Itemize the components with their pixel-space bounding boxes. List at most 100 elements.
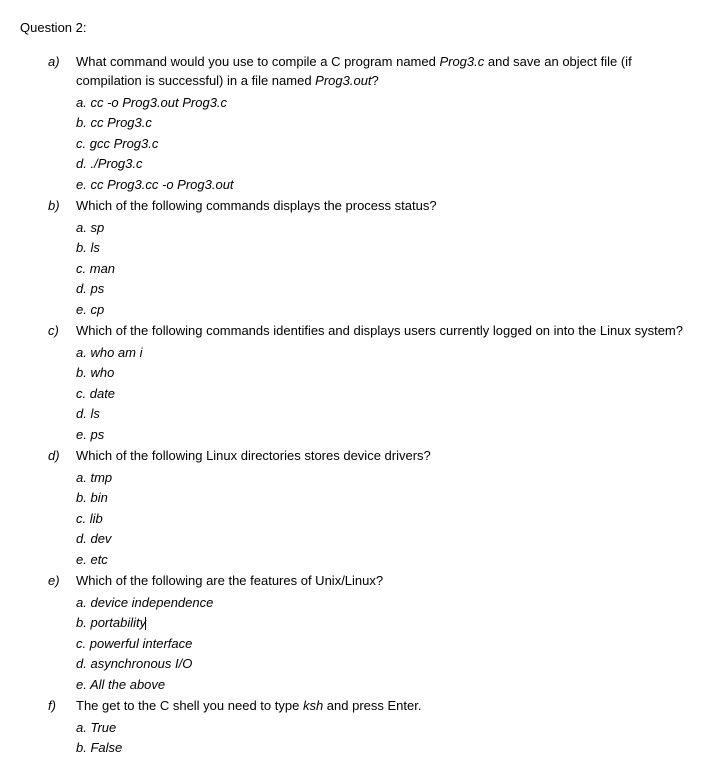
option-item: d. ls	[76, 404, 700, 424]
question-text-part: Prog3.out	[315, 73, 371, 88]
option-text: ps	[90, 281, 104, 296]
question-text: What command would you use to compile a …	[76, 52, 700, 91]
question-item: a)What command would you use to compile …	[76, 52, 700, 195]
option-item: e. etc	[76, 550, 700, 570]
option-item: b. who	[76, 363, 700, 383]
questions-list: a) What command would you use to compile …	[20, 52, 700, 758]
option-item: c. lib	[76, 509, 700, 529]
question-marker: d)	[48, 446, 60, 466]
option-text: cc Prog3.cc -o Prog3.out	[90, 177, 233, 192]
option-marker: d.	[76, 656, 90, 671]
option-marker: b.	[76, 115, 90, 130]
option-marker: c.	[76, 136, 90, 151]
option-text: ls	[90, 240, 99, 255]
option-text: powerful interface	[90, 636, 193, 651]
question-marker: a)	[48, 52, 60, 72]
option-text: who	[90, 365, 114, 380]
option-text: cp	[90, 302, 104, 317]
question-text: Which of the following commands identifi…	[76, 321, 700, 341]
option-marker: a.	[76, 720, 90, 735]
option-text: ./Prog3.c	[90, 156, 142, 171]
option-marker: d.	[76, 406, 90, 421]
option-marker: b.	[76, 240, 90, 255]
text-cursor	[145, 617, 146, 630]
question-text-part: ?	[372, 73, 379, 88]
option-item: b. cc Prog3.c	[76, 113, 700, 133]
option-marker: e.	[76, 552, 90, 567]
option-item: e. All the above	[76, 675, 700, 695]
question-text: Which of the following Linux directories…	[76, 446, 700, 466]
option-item: c. man	[76, 259, 700, 279]
option-marker: a.	[76, 95, 90, 110]
question-text-part: and press Enter.	[323, 698, 421, 713]
option-text: ls	[90, 406, 99, 421]
option-marker: b.	[76, 615, 90, 630]
options-list: a. who am ib. whoc. dated. lse. ps	[76, 343, 700, 445]
options-list: a. cc -o Prog3.out Prog3.cb. cc Prog3.cc…	[76, 93, 700, 195]
options-list: a. device independenceb. portabilityc. p…	[76, 593, 700, 695]
question-item: c)Which of the following commands identi…	[76, 321, 700, 444]
option-text: date	[90, 386, 115, 401]
option-item: e. ps	[76, 425, 700, 445]
option-item: d. asynchronous I/O	[76, 654, 700, 674]
option-text: bin	[90, 490, 107, 505]
question-item: b)Which of the following commands displa…	[76, 196, 700, 319]
option-marker: a.	[76, 220, 90, 235]
question-text-part: Which of the following commands displays…	[76, 198, 437, 213]
option-text: who am i	[90, 345, 142, 360]
question-marker: f)	[48, 696, 56, 716]
question-text-part: What command would you use to compile a …	[76, 54, 439, 69]
option-marker: c.	[76, 386, 90, 401]
question-text-part: Which of the following Linux directories…	[76, 448, 431, 463]
option-text: cc -o Prog3.out Prog3.c	[90, 95, 227, 110]
option-text: asynchronous I/O	[90, 656, 192, 671]
option-marker: e.	[76, 177, 90, 192]
option-item: c. date	[76, 384, 700, 404]
option-text: device independence	[90, 595, 213, 610]
option-item: b. portability	[76, 613, 700, 633]
option-text: sp	[90, 220, 104, 235]
option-marker: a.	[76, 595, 90, 610]
option-item: a. cc -o Prog3.out Prog3.c	[76, 93, 700, 113]
question-header: Question 2:	[20, 18, 700, 38]
option-marker: e.	[76, 302, 90, 317]
option-text: All the above	[90, 677, 165, 692]
options-list: a. tmpb. binc. libd. deve. etc	[76, 468, 700, 570]
question-item: d)Which of the following Linux directori…	[76, 446, 700, 569]
option-marker: d.	[76, 156, 90, 171]
option-item: d. ./Prog3.c	[76, 154, 700, 174]
option-item: a. device independence	[76, 593, 700, 613]
question-marker: e)	[48, 571, 60, 591]
question-text: The get to the C shell you need to type …	[76, 696, 700, 716]
option-item: a. sp	[76, 218, 700, 238]
question-text-part: ksh	[303, 698, 323, 713]
question-marker: c)	[48, 321, 59, 341]
option-item: e. cp	[76, 300, 700, 320]
question-marker: b)	[48, 196, 60, 216]
option-item: d. ps	[76, 279, 700, 299]
option-item: a. who am i	[76, 343, 700, 363]
option-item: b. False	[76, 738, 700, 758]
question-item: e)Which of the following are the feature…	[76, 571, 700, 694]
option-text: lib	[90, 511, 103, 526]
question-text-part: Which of the following are the features …	[76, 573, 383, 588]
option-marker: a.	[76, 345, 90, 360]
question-title: Question 2:	[20, 20, 87, 35]
option-marker: c.	[76, 636, 90, 651]
option-text: dev	[90, 531, 111, 546]
question-text-part: The get to the C shell you need to type	[76, 698, 303, 713]
option-item: c. gcc Prog3.c	[76, 134, 700, 154]
option-marker: d.	[76, 281, 90, 296]
option-marker: e.	[76, 427, 90, 442]
option-item: a. tmp	[76, 468, 700, 488]
question-text: Which of the following commands displays…	[76, 196, 700, 216]
option-item: c. powerful interface	[76, 634, 700, 654]
option-item: d. dev	[76, 529, 700, 549]
options-list: a. spb. lsc. mand. pse. cp	[76, 218, 700, 320]
option-marker: d.	[76, 531, 90, 546]
option-item: a. True	[76, 718, 700, 738]
question-text: Which of the following are the features …	[76, 571, 700, 591]
question-item: f)The get to the C shell you need to typ…	[76, 696, 700, 758]
option-marker: b.	[76, 490, 90, 505]
option-text: gcc Prog3.c	[90, 136, 159, 151]
